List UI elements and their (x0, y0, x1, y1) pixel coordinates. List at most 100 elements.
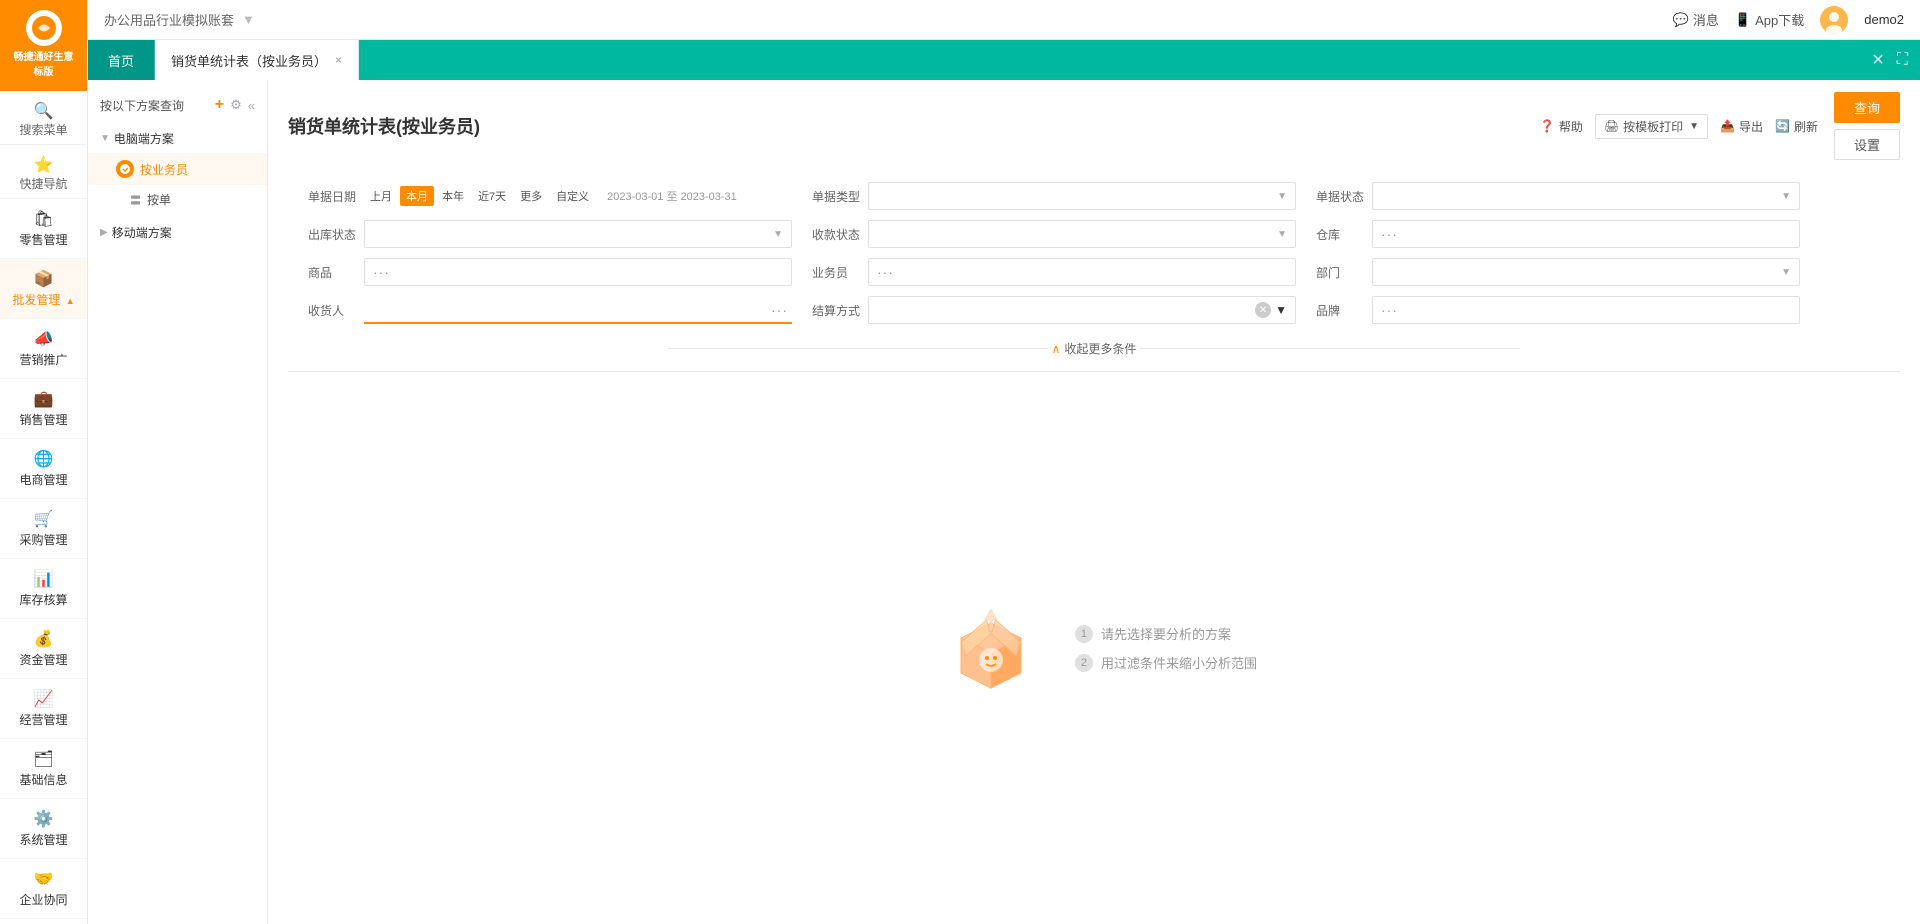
tab-close-button[interactable]: × (335, 54, 342, 66)
date-tab-more[interactable]: 更多 (514, 186, 548, 206)
status-filter-control: ▼ (1372, 182, 1800, 210)
edit-scheme-button[interactable]: ⚙ (230, 97, 242, 113)
type-select[interactable]: ▼ (868, 182, 1296, 210)
type-filter-control: ▼ (868, 182, 1296, 210)
scheme-item-by-salesperson[interactable]: 按业务员 (88, 153, 267, 185)
sidebar-item-marketing[interactable]: 📣 营销推广 (0, 319, 87, 379)
salesperson-select[interactable]: ··· (868, 258, 1296, 286)
user-avatar[interactable] (1820, 6, 1848, 34)
settlement-label: 结算方式 (812, 302, 868, 319)
sidebar-item-collab[interactable]: 🤝 企业协同 (0, 859, 87, 919)
sidebar-item-basic[interactable]: 🗂 基础信息 (0, 739, 87, 799)
mobile-group-header[interactable]: ▶ 移动端方案 (88, 218, 267, 247)
salesperson-label: 业务员 (812, 264, 868, 281)
date-label: 单据日期 (308, 188, 364, 205)
tab-home[interactable]: 首页 (88, 40, 155, 80)
collapse-panel-button[interactable]: « (248, 98, 255, 113)
desktop-scheme-group: ▼ 电脑端方案 按业务员 〓 按单 (88, 124, 267, 214)
empty-state: 1 请先选择要分析的方案 2 用过滤条件来缩小分析范围 (268, 372, 1920, 924)
collapse-line-left (668, 348, 1048, 349)
app-logo[interactable]: 畅捷通好生意 标版 (0, 0, 87, 91)
refresh-button[interactable]: 🔄 刷新 (1775, 118, 1818, 135)
warehouse-filter-control: ··· (1372, 220, 1800, 248)
brand-filter-control: ··· (1372, 296, 1800, 324)
brand-select[interactable]: ··· (1372, 296, 1800, 324)
date-tabs: 上月 本月 本年 近7天 更多 自定义 (364, 186, 595, 206)
query-buttons: 查询 设置 (1834, 92, 1900, 160)
date-tab-last-month[interactable]: 上月 (364, 186, 398, 206)
dropdown-arrow-icon[interactable]: ▼ (242, 12, 255, 27)
settings-button[interactable]: 设置 (1834, 129, 1900, 160)
page-actions: ❓ 帮助 🖨 按模板打印 ▼ 📤 导出 (1540, 114, 1818, 139)
tip-num-1: 1 (1075, 625, 1093, 643)
tip-num-2: 2 (1075, 654, 1093, 672)
sidebar-item-operations[interactable]: 📈 经营管理 (0, 679, 87, 739)
department-select[interactable]: ▼ (1372, 258, 1800, 286)
mobile-scheme-group: ▶ 移动端方案 (88, 218, 267, 247)
sidebar-item-system[interactable]: ⚙️ 系统管理 (0, 799, 87, 859)
scheme-item-by-order[interactable]: 〓 按单 (88, 185, 267, 214)
settlement-select[interactable]: ✕ ▼ (868, 296, 1296, 324)
date-filter-control: 上月 本月 本年 近7天 更多 自定义 2023-03-01 至 2023-03… (364, 186, 792, 206)
query-button[interactable]: 查询 (1834, 92, 1900, 123)
top-header: 办公用品行业模拟账套 ▼ 💬 消息 📱 App下载 demo2 (88, 0, 1920, 40)
consignee-input[interactable] (364, 296, 792, 324)
empty-state-icon (931, 588, 1051, 708)
expand-icon[interactable]: ⛶ (1893, 47, 1912, 73)
sidebar-item-purchase[interactable]: 🛒 采购管理 (0, 499, 87, 559)
pay-label: 收款状态 (812, 226, 868, 243)
filter-row-2: 出库状态 ▼ 收款状态 ▼ (308, 220, 1880, 248)
date-tab-custom[interactable]: 自定义 (550, 186, 595, 206)
desktop-group-header[interactable]: ▼ 电脑端方案 (88, 124, 267, 153)
empty-tip-1: 1 请先选择要分析的方案 (1075, 624, 1257, 643)
top-header-title: 办公用品行业模拟账套 ▼ (104, 10, 255, 29)
sidebar-item-newguide[interactable]: 🚀 新手引导 (0, 919, 87, 924)
tab-active[interactable]: 销货单统计表（按业务员） × (155, 40, 359, 80)
warehouse-label: 仓库 (1316, 226, 1372, 243)
department-filter-control: ▼ (1372, 258, 1800, 286)
brand-label: 品牌 (1316, 302, 1372, 319)
sidebar-item-wholesale[interactable]: 📦 批发管理 ▲ (0, 259, 87, 319)
type-label: 单据类型 (812, 188, 868, 205)
shortcut-nav-item[interactable]: ⭐ 快捷导航 (0, 145, 87, 199)
close-tab-icon[interactable]: ✕ (1867, 46, 1888, 74)
collapse-bar[interactable]: ∧ 收起更多条件 (308, 334, 1880, 359)
pay-select[interactable]: ▼ (868, 220, 1296, 248)
date-tab-7days[interactable]: 近7天 (472, 186, 512, 206)
sidebar-item-finance[interactable]: 💰 资金管理 (0, 619, 87, 679)
dept-chevron-icon: ▼ (1781, 267, 1791, 278)
date-tab-this-month[interactable]: 本月 (400, 186, 434, 206)
settlement-chevron-icon: ▼ (1275, 303, 1287, 317)
department-label: 部门 (1316, 264, 1372, 281)
page-title: 销货单统计表(按业务员) (288, 113, 480, 139)
add-scheme-button[interactable]: + (215, 96, 224, 114)
content-area: 按以下方案查询 + ⚙ « ▼ 电脑端方案 按业务员 (88, 80, 1920, 924)
filter-row-3: 商品 ··· 业务员 ··· 部门 (308, 258, 1880, 286)
sidebar-item-ecommerce[interactable]: 🌐 电商管理 (0, 439, 87, 499)
goods-label: 商品 (308, 264, 364, 281)
app-download-button[interactable]: 📱 App下载 (1735, 10, 1804, 29)
help-button[interactable]: ❓ 帮助 (1540, 118, 1583, 135)
search-menu-item[interactable]: 🔍 搜索菜单 (0, 91, 87, 145)
page-title-row: 销货单统计表(按业务员) ❓ 帮助 🖨 按模板打印 ▼ (288, 92, 1900, 160)
type-chevron-icon: ▼ (1277, 191, 1287, 202)
settlement-clear-button[interactable]: ✕ (1255, 302, 1271, 318)
right-panel: 销货单统计表(按业务员) ❓ 帮助 🖨 按模板打印 ▼ (268, 80, 1920, 924)
goods-select[interactable]: ··· (364, 258, 792, 286)
sidebar-item-retail[interactable]: 🛍 零售管理 (0, 199, 87, 259)
export-button[interactable]: 📤 导出 (1720, 118, 1763, 135)
status-select[interactable]: ▼ (1372, 182, 1800, 210)
ship-select[interactable]: ▼ (364, 220, 792, 248)
consignee-filter-control: ··· (364, 296, 792, 324)
consignee-input-wrapper: ··· (364, 296, 792, 324)
date-tab-this-year[interactable]: 本年 (436, 186, 470, 206)
ship-chevron-icon: ▼ (773, 229, 783, 240)
date-range-text: 2023-03-01 至 2023-03-31 (607, 188, 737, 204)
consignee-dots-icon[interactable]: ··· (771, 302, 788, 318)
filter-area: 单据日期 上月 本月 本年 近7天 更多 自定义 2023-03-01 至 20… (288, 172, 1900, 372)
print-button[interactable]: 🖨 按模板打印 ▼ (1595, 114, 1708, 139)
warehouse-select[interactable]: ··· (1372, 220, 1800, 248)
sidebar-item-sales[interactable]: 💼 销售管理 (0, 379, 87, 439)
sidebar-item-inventory[interactable]: 📊 库存核算 (0, 559, 87, 619)
message-button[interactable]: 💬 消息 (1673, 10, 1719, 29)
